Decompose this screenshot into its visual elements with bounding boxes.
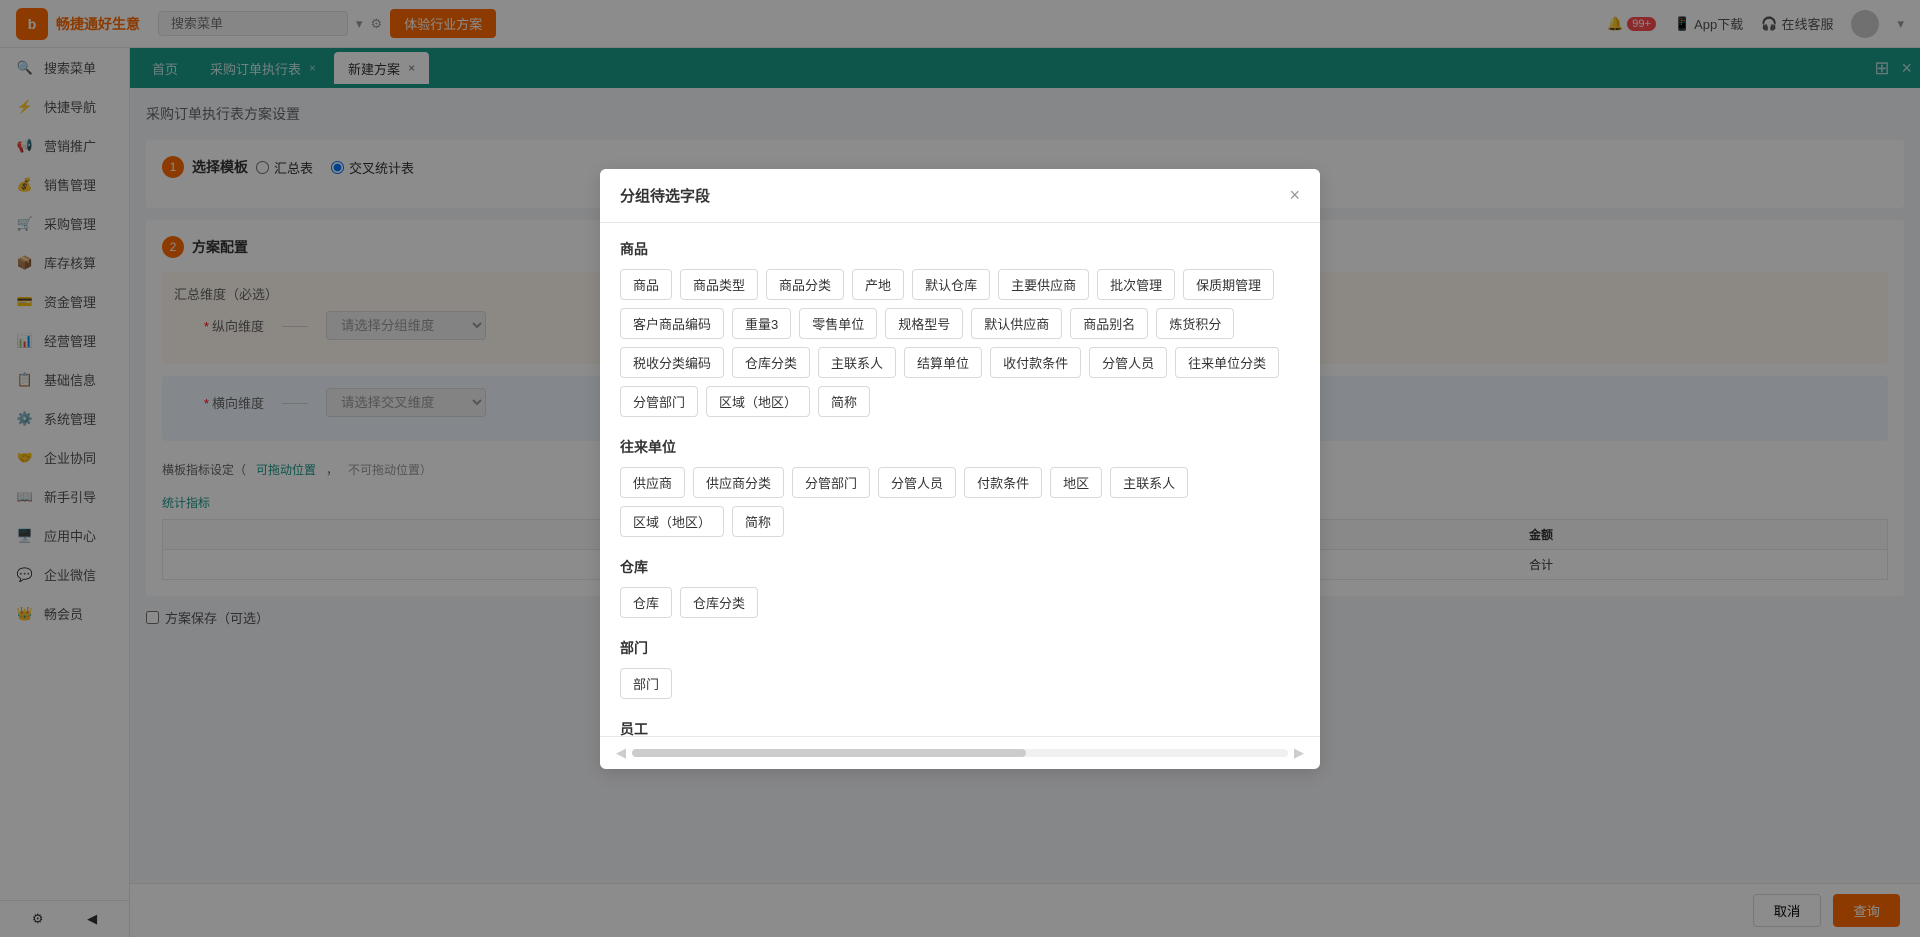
category-dept-title: 部门 xyxy=(620,638,1300,658)
tag-retail-unit[interactable]: 零售单位 xyxy=(799,308,877,339)
tag-expiry-manage[interactable]: 保质期管理 xyxy=(1183,269,1274,300)
modal-footer: ◀ ▶ xyxy=(600,736,1320,769)
tag-region2[interactable]: 区域（地区） xyxy=(620,506,724,537)
tag-department[interactable]: 部门 xyxy=(620,668,672,699)
tag-supplier[interactable]: 供应商 xyxy=(620,467,685,498)
tag-tax-code[interactable]: 税收分类编码 xyxy=(620,347,724,378)
category-dept: 部门 部门 xyxy=(620,638,1300,699)
tag-payment-terms[interactable]: 收付款条件 xyxy=(990,347,1081,378)
tag-partner-category[interactable]: 往来单位分类 xyxy=(1175,347,1279,378)
tag-refine-points[interactable]: 炼货积分 xyxy=(1156,308,1234,339)
warehouse-tags: 仓库 仓库分类 xyxy=(620,587,1300,618)
category-warehouse: 仓库 仓库 仓库分类 xyxy=(620,557,1300,618)
tag-goods-alias[interactable]: 商品别名 xyxy=(1070,308,1148,339)
tag-warehouse[interactable]: 仓库 xyxy=(620,587,672,618)
modal-scrollbar-area: ◀ ▶ xyxy=(616,745,1304,761)
dept-tags: 部门 xyxy=(620,668,1300,699)
tag-short-name[interactable]: 简称 xyxy=(818,386,870,417)
tag-origin[interactable]: 产地 xyxy=(852,269,904,300)
category-partner: 往来单位 供应商 供应商分类 分管部门 分管人员 付款条件 地区 主联系人 区域… xyxy=(620,437,1300,537)
goods-tags: 商品 商品类型 商品分类 产地 默认仓库 主要供应商 批次管理 保质期管理 客户… xyxy=(620,269,1300,417)
tag-supervisor[interactable]: 分管人员 xyxy=(1089,347,1167,378)
tag-manage-person[interactable]: 分管人员 xyxy=(878,467,956,498)
modal-overlay: 分组待选字段 × 商品 商品 商品类型 商品分类 产地 默认仓库 主要供应商 批… xyxy=(0,0,1920,937)
tag-warehouse-category[interactable]: 仓库分类 xyxy=(732,347,810,378)
tag-default-supplier[interactable]: 默认供应商 xyxy=(971,308,1062,339)
tag-region[interactable]: 区域（地区） xyxy=(706,386,810,417)
modal-body[interactable]: 商品 商品 商品类型 商品分类 产地 默认仓库 主要供应商 批次管理 保质期管理… xyxy=(600,223,1320,736)
category-partner-title: 往来单位 xyxy=(620,437,1300,457)
modal-title: 分组待选字段 xyxy=(620,185,710,206)
partner-tags: 供应商 供应商分类 分管部门 分管人员 付款条件 地区 主联系人 区域（地区） … xyxy=(620,467,1300,537)
tag-goods-category[interactable]: 商品分类 xyxy=(766,269,844,300)
tag-customer-sku[interactable]: 客户商品编码 xyxy=(620,308,724,339)
category-staff: 员工 业务员 xyxy=(620,719,1300,736)
modal: 分组待选字段 × 商品 商品 商品类型 商品分类 产地 默认仓库 主要供应商 批… xyxy=(600,169,1320,769)
tag-spec-model[interactable]: 规格型号 xyxy=(885,308,963,339)
category-goods: 商品 商品 商品类型 商品分类 产地 默认仓库 主要供应商 批次管理 保质期管理… xyxy=(620,239,1300,417)
tag-main-supplier[interactable]: 主要供应商 xyxy=(998,269,1089,300)
tag-area[interactable]: 地区 xyxy=(1050,467,1102,498)
horizontal-scrollbar[interactable] xyxy=(632,749,1288,757)
tag-payment-cond[interactable]: 付款条件 xyxy=(964,467,1042,498)
tag-batch-manage[interactable]: 批次管理 xyxy=(1097,269,1175,300)
tag-main-contact[interactable]: 主联系人 xyxy=(818,347,896,378)
tag-dept[interactable]: 分管部门 xyxy=(620,386,698,417)
tag-settlement-unit[interactable]: 结算单位 xyxy=(904,347,982,378)
tag-main-contact2[interactable]: 主联系人 xyxy=(1110,467,1188,498)
category-goods-title: 商品 xyxy=(620,239,1300,259)
tag-default-warehouse[interactable]: 默认仓库 xyxy=(912,269,990,300)
category-staff-title: 员工 xyxy=(620,719,1300,736)
tag-short2[interactable]: 简称 xyxy=(732,506,784,537)
tag-weight3[interactable]: 重量3 xyxy=(732,308,791,339)
category-warehouse-title: 仓库 xyxy=(620,557,1300,577)
tag-goods-type[interactable]: 商品类型 xyxy=(680,269,758,300)
modal-header: 分组待选字段 × xyxy=(600,169,1320,223)
modal-close-button[interactable]: × xyxy=(1289,185,1300,206)
scrollbar-thumb xyxy=(632,749,1026,757)
scroll-left-icon[interactable]: ◀ xyxy=(616,745,626,761)
scroll-right-icon[interactable]: ▶ xyxy=(1294,745,1304,761)
tag-manage-dept[interactable]: 分管部门 xyxy=(792,467,870,498)
tag-wh-category[interactable]: 仓库分类 xyxy=(680,587,758,618)
tag-goods[interactable]: 商品 xyxy=(620,269,672,300)
tag-supplier-category[interactable]: 供应商分类 xyxy=(693,467,784,498)
